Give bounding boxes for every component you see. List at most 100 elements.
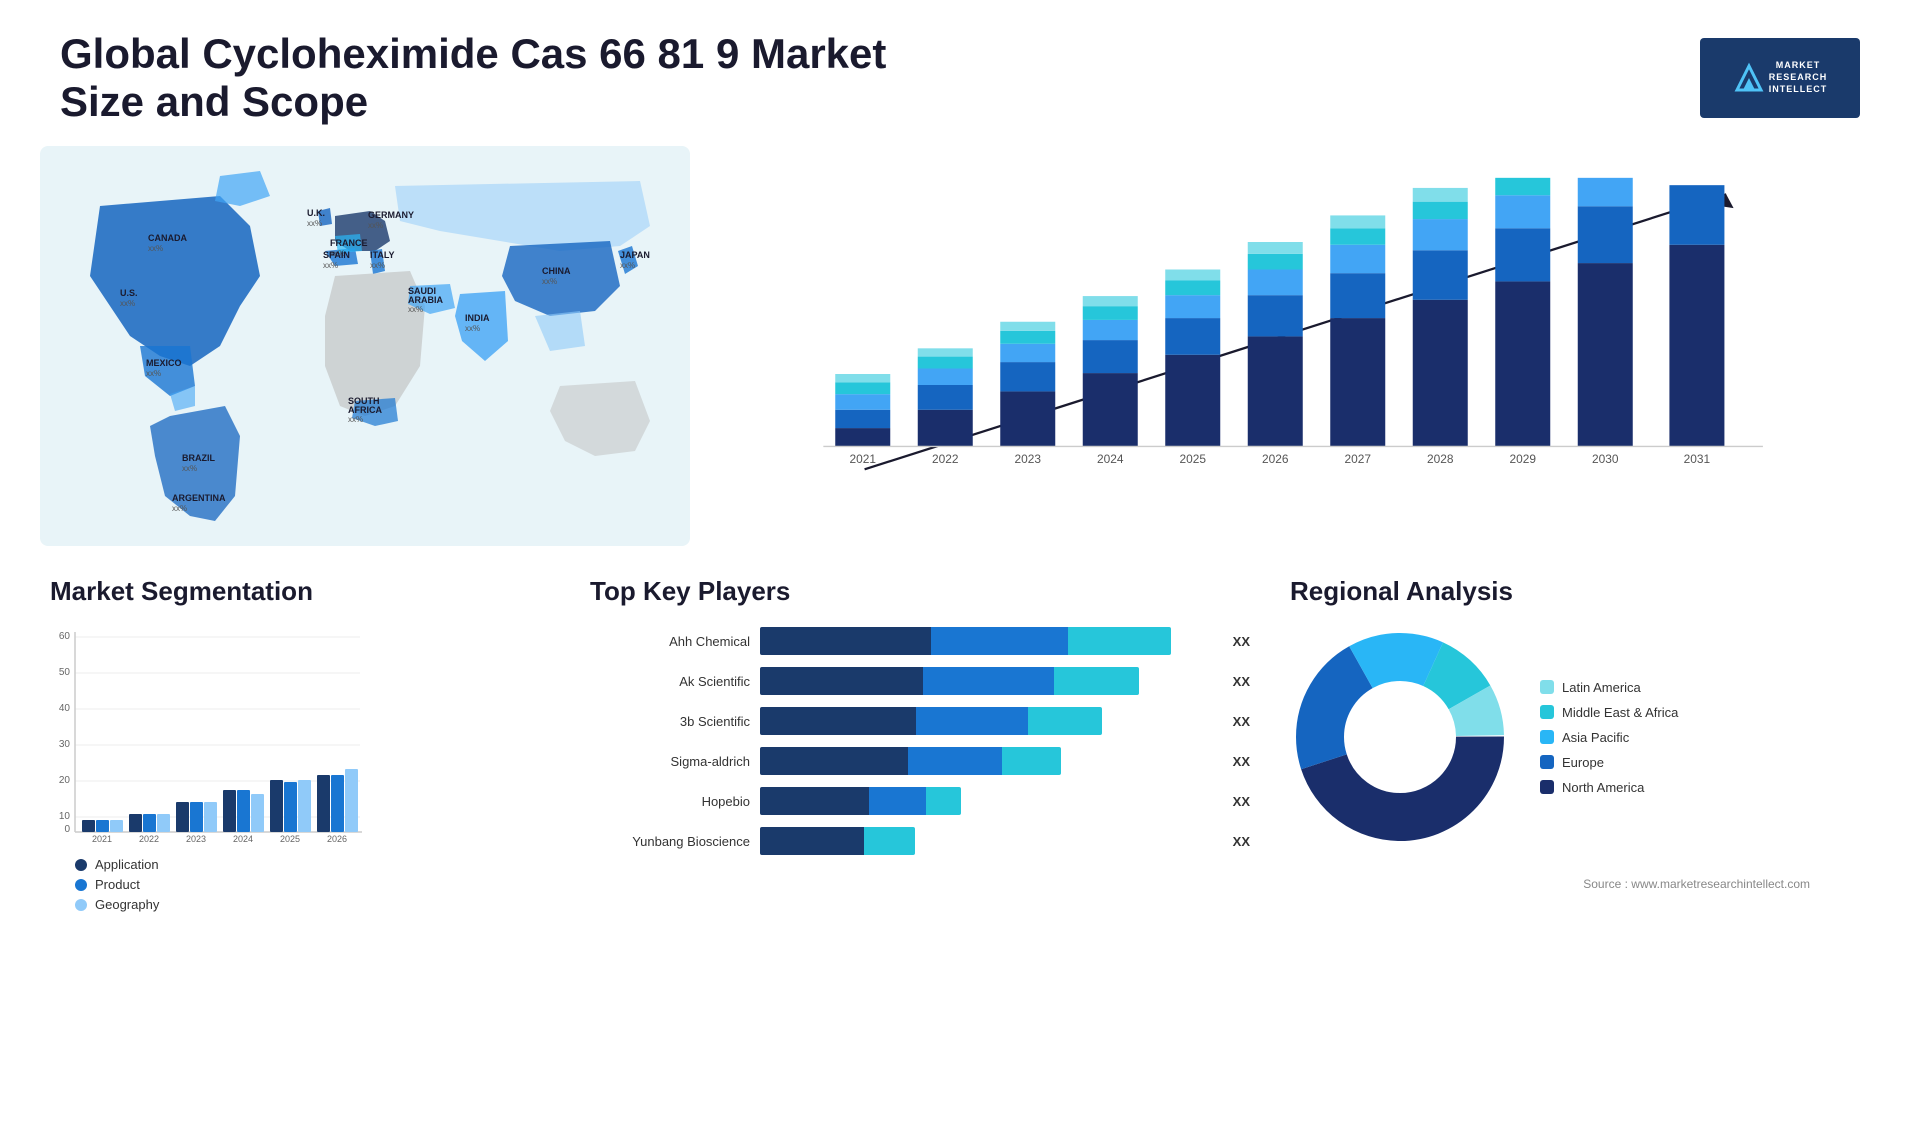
players-section: Top Key Players Ahh Chemical XX Ak Scien… [580, 566, 1260, 922]
segmentation-chart-svg: 60 50 40 30 20 10 0 [50, 627, 370, 847]
svg-text:30: 30 [59, 739, 71, 750]
player-name-hopebio: Hopebio [590, 794, 750, 809]
svg-text:MEXICO: MEXICO [146, 358, 182, 368]
player-bar-ahh [760, 627, 1217, 655]
growth-chart-svg: XX 2021 XX 2022 [770, 176, 1830, 506]
svg-text:xx%: xx% [370, 261, 385, 270]
page-title: Global Cycloheximide Cas 66 81 9 Market … [60, 30, 960, 126]
svg-text:50: 50 [59, 667, 71, 678]
svg-text:INDIA: INDIA [465, 313, 490, 323]
bar-2025: XX 2025 [1165, 270, 1220, 466]
svg-text:ITALY: ITALY [370, 250, 395, 260]
svg-text:xx%: xx% [146, 369, 161, 378]
player-bar-3b [760, 707, 1217, 735]
bar-2022: XX 2022 [918, 348, 973, 466]
svg-text:SPAIN: SPAIN [323, 250, 350, 260]
svg-text:2021: 2021 [850, 452, 877, 466]
svg-text:2022: 2022 [139, 834, 159, 844]
bar-2026: XX 2026 [1248, 242, 1303, 466]
legend-dot-application [75, 859, 87, 871]
svg-text:xx%: xx% [307, 219, 322, 228]
svg-text:xx%: xx% [323, 261, 338, 270]
bar-2023: XX 2023 [1000, 322, 1055, 466]
dot-europe [1540, 755, 1554, 769]
bar-2029: XX 2029 [1495, 178, 1550, 466]
player-row-ak: Ak Scientific XX [590, 667, 1250, 695]
svg-text:2027: 2027 [1345, 452, 1372, 466]
logo-text-line2: RESEARCH [1769, 72, 1828, 84]
svg-text:xx%: xx% [120, 299, 135, 308]
players-title: Top Key Players [590, 576, 1250, 607]
legend-latin-america: Latin America [1540, 680, 1678, 695]
svg-text:2021: 2021 [92, 834, 112, 844]
svg-text:FRANCE: FRANCE [330, 238, 368, 248]
svg-text:CHINA: CHINA [542, 266, 571, 276]
dot-asia-pacific [1540, 730, 1554, 744]
svg-text:ARGENTINA: ARGENTINA [172, 493, 226, 503]
svg-text:2029: 2029 [1510, 452, 1537, 466]
svg-text:ARABIA: ARABIA [408, 295, 443, 305]
players-chart: Ahh Chemical XX Ak Scientific [590, 627, 1250, 855]
svg-text:U.K.: U.K. [307, 208, 325, 218]
donut-chart [1290, 627, 1510, 847]
dot-north-america [1540, 780, 1554, 794]
svg-text:2031: 2031 [1684, 452, 1711, 466]
player-row-yunbang: Yunbang Bioscience XX [590, 827, 1250, 855]
svg-text:2022: 2022 [932, 452, 959, 466]
svg-text:10: 10 [59, 811, 71, 822]
dot-middle-east-africa [1540, 705, 1554, 719]
bar-2024: XX 2024 [1083, 296, 1138, 466]
svg-text:xx%: xx% [348, 415, 363, 424]
bar-2028: XX 2028 [1413, 188, 1468, 466]
svg-text:2026: 2026 [1262, 452, 1289, 466]
logo-icon [1733, 62, 1765, 94]
player-name-ahh: Ahh Chemical [590, 634, 750, 649]
legend-north-america: North America [1540, 780, 1678, 795]
regional-section: Regional Analysis Lat [1280, 566, 1880, 922]
bar-2031: XX 2031 [1669, 185, 1724, 466]
svg-text:AFRICA: AFRICA [348, 405, 382, 415]
svg-text:2023: 2023 [186, 834, 206, 844]
svg-text:JAPAN: JAPAN [620, 250, 650, 260]
canada-label: CANADA [148, 233, 187, 243]
logo-area: MARKET RESEARCH INTELLECT [1700, 38, 1860, 118]
legend-dot-geography [75, 899, 87, 911]
regional-legend: Latin America Middle East & Africa Asia … [1540, 680, 1678, 795]
player-bar-ak [760, 667, 1217, 695]
player-row-sigma: Sigma-aldrich XX [590, 747, 1250, 775]
header: Global Cycloheximide Cas 66 81 9 Market … [0, 0, 1920, 146]
svg-text:xx%: xx% [542, 277, 557, 286]
legend-geography: Geography [75, 897, 550, 912]
svg-text:40: 40 [59, 703, 71, 714]
svg-text:U.S.: U.S. [120, 288, 138, 298]
player-name-sigma: Sigma-aldrich [590, 754, 750, 769]
svg-text:BRAZIL: BRAZIL [182, 453, 215, 463]
player-name-3b: 3b Scientific [590, 714, 750, 729]
bar-2027: XX 2027 [1330, 215, 1385, 466]
player-row-3b: 3b Scientific XX [590, 707, 1250, 735]
player-row-hopebio: Hopebio XX [590, 787, 1250, 815]
player-row-ahh: Ahh Chemical XX [590, 627, 1250, 655]
player-bar-hopebio [760, 787, 1217, 815]
player-name-yunbang: Yunbang Bioscience [590, 834, 750, 849]
svg-text:0: 0 [64, 824, 70, 835]
legend-europe: Europe [1540, 755, 1678, 770]
svg-text:xx%: xx% [620, 261, 635, 270]
growth-chart-section: XX 2021 XX 2022 [730, 146, 1880, 566]
dot-latin-america [1540, 680, 1554, 694]
svg-text:2024: 2024 [1097, 452, 1124, 466]
svg-text:GERMANY: GERMANY [368, 210, 414, 220]
logo-box: MARKET RESEARCH INTELLECT [1700, 38, 1860, 118]
svg-text:xx%: xx% [148, 244, 163, 253]
legend-middle-east-africa: Middle East & Africa [1540, 705, 1678, 720]
player-name-ak: Ak Scientific [590, 674, 750, 689]
svg-text:xx%: xx% [182, 464, 197, 473]
svg-text:60: 60 [59, 631, 71, 642]
svg-text:2025: 2025 [280, 834, 300, 844]
svg-text:2028: 2028 [1427, 452, 1454, 466]
player-bar-sigma [760, 747, 1217, 775]
svg-text:2030: 2030 [1592, 452, 1619, 466]
seg-legend: Application Product Geography [75, 857, 550, 912]
legend-product: Product [75, 877, 550, 892]
svg-text:20: 20 [59, 775, 71, 786]
